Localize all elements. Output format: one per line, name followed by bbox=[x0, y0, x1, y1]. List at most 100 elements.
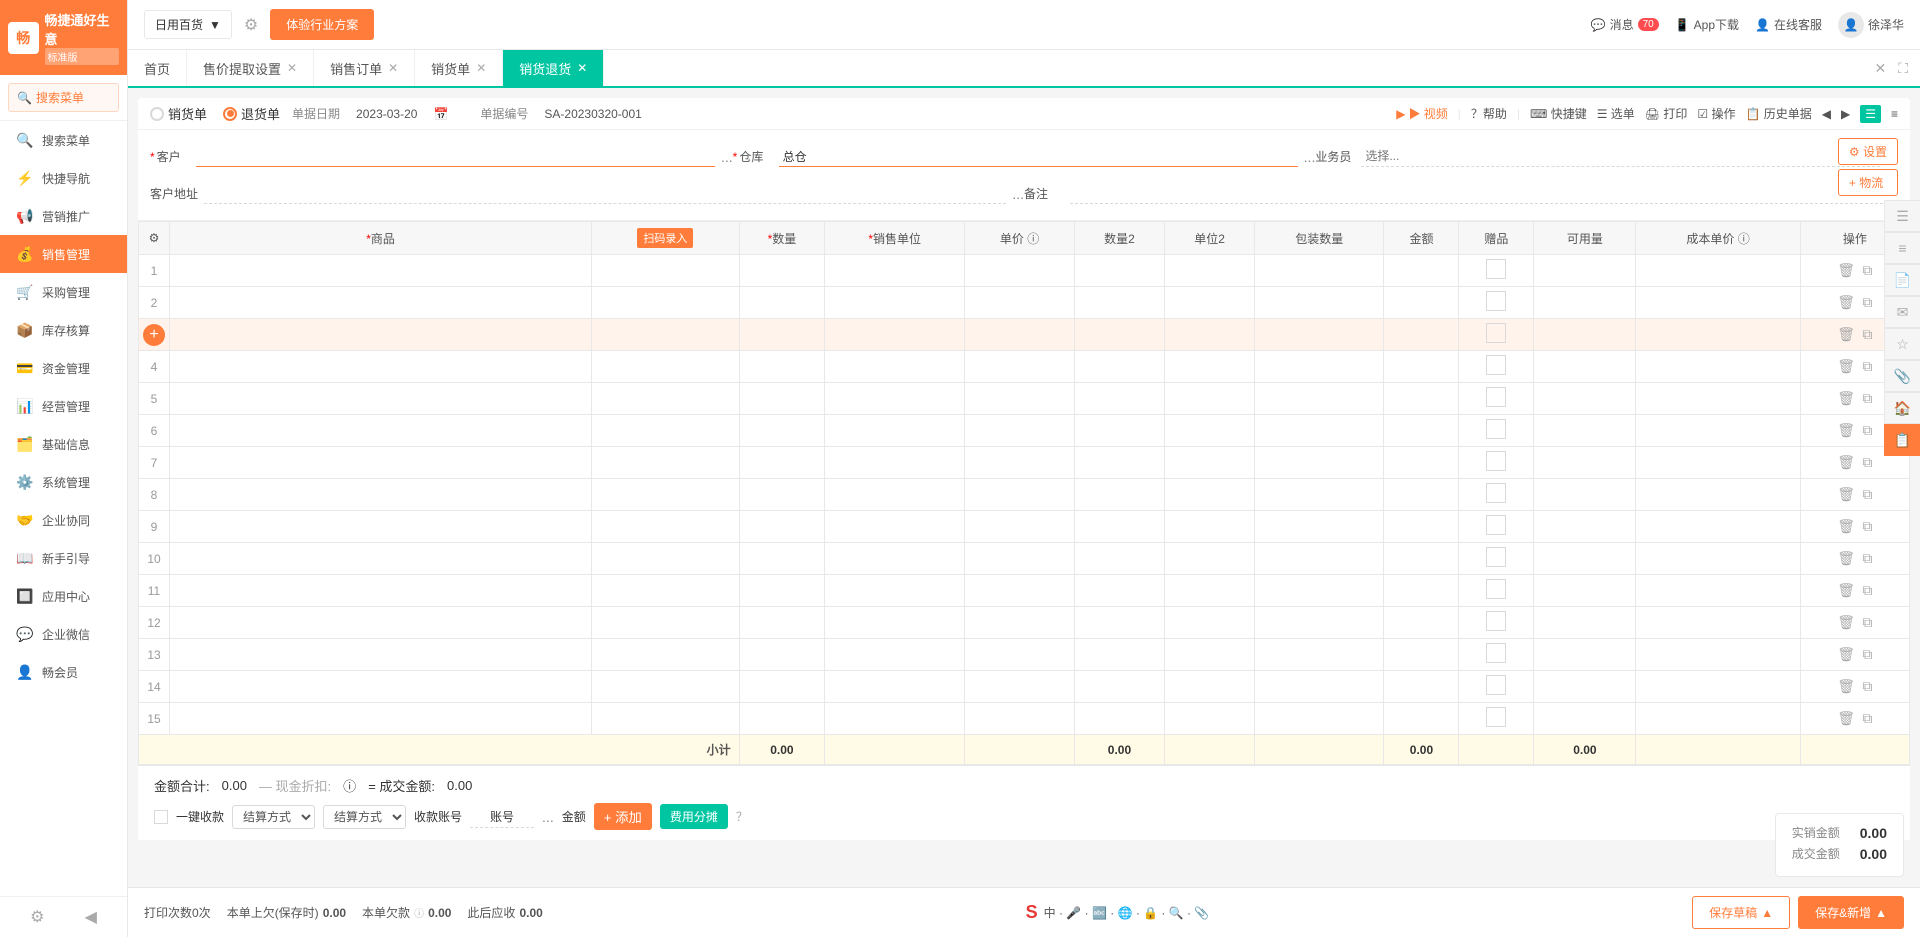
settings-bottom-icon[interactable]: ⚙ bbox=[30, 907, 44, 927]
delete-icon-11[interactable]: 🗑 bbox=[1837, 582, 1855, 598]
sidebar-item-shortcut[interactable]: ⚡ 快捷导航 bbox=[0, 159, 127, 197]
goods-cell-13[interactable] bbox=[170, 639, 592, 671]
delete-icon-14[interactable]: 🗑 bbox=[1837, 678, 1855, 694]
settings-corner-btn[interactable]: ⚙ 设置 bbox=[1838, 138, 1898, 165]
goods-cell-6[interactable] bbox=[170, 415, 592, 447]
collapse-icon[interactable]: ◀ bbox=[85, 907, 97, 927]
goods-cell-14[interactable] bbox=[170, 671, 592, 703]
rqb-mail[interactable]: ✉ bbox=[1884, 296, 1920, 328]
customer-dots[interactable]: ... bbox=[721, 149, 733, 165]
copy-icon-7[interactable]: ⧉ bbox=[1862, 454, 1872, 470]
staff-input[interactable] bbox=[1361, 146, 1880, 167]
copy-icon-4[interactable]: ⧉ bbox=[1862, 358, 1872, 374]
copy-icon-9[interactable]: ⧉ bbox=[1862, 518, 1872, 534]
messages-button[interactable]: 💬 消息 70 bbox=[1591, 16, 1659, 33]
goods-cell-15[interactable] bbox=[170, 703, 592, 735]
video-btn[interactable]: ▶ ▶ 视频 bbox=[1396, 105, 1448, 122]
gift-check-10[interactable] bbox=[1486, 547, 1506, 567]
gift-check-1[interactable] bbox=[1486, 259, 1506, 279]
delete-icon-2[interactable]: 🗑 bbox=[1837, 294, 1855, 310]
grid-view-btn[interactable]: ☰ bbox=[1860, 105, 1881, 123]
gift-check-5[interactable] bbox=[1486, 387, 1506, 407]
fee-help-icon[interactable]: ？ bbox=[736, 808, 748, 825]
gift-check-14[interactable] bbox=[1486, 675, 1506, 695]
header-settings-icon[interactable]: ⚙ bbox=[244, 15, 258, 35]
tab-close-sales-return[interactable]: ✕ bbox=[577, 61, 587, 75]
fee-split-button[interactable]: 费用分摊 bbox=[660, 804, 728, 829]
copy-icon-6[interactable]: ⧉ bbox=[1862, 422, 1872, 438]
discount-help-icon[interactable]: ⓘ bbox=[343, 776, 356, 795]
sidebar-item-wechat[interactable]: 💬 企业微信 bbox=[0, 615, 127, 653]
online-service-button[interactable]: 👤 在线客服 bbox=[1755, 16, 1822, 33]
rqb-home[interactable]: 🏠 bbox=[1884, 392, 1920, 424]
save-new-button[interactable]: 保存&新增 ▲ bbox=[1798, 896, 1904, 929]
rqb-grid[interactable]: ☰ bbox=[1884, 200, 1920, 232]
app-download-button[interactable]: 📱 App下载 bbox=[1675, 16, 1739, 33]
goods-cell-12[interactable] bbox=[170, 607, 592, 639]
delete-icon-15[interactable]: 🗑 bbox=[1837, 710, 1855, 726]
rqb-list[interactable]: ≡ bbox=[1884, 232, 1920, 264]
goods-cell-5[interactable] bbox=[170, 383, 592, 415]
delete-icon-5[interactable]: 🗑 bbox=[1837, 390, 1855, 406]
tab-close-sales-delivery[interactable]: ✕ bbox=[476, 61, 486, 75]
delete-icon-4[interactable]: 🗑 bbox=[1837, 358, 1855, 374]
gift-check-13[interactable] bbox=[1486, 643, 1506, 663]
sidebar-item-member[interactable]: 👤 畅会员 bbox=[0, 653, 127, 691]
col-settings[interactable]: ⚙ bbox=[139, 222, 170, 255]
goods-cell-7[interactable] bbox=[170, 447, 592, 479]
one-click-checkbox[interactable] bbox=[154, 810, 168, 824]
delete-icon-6[interactable]: 🗑 bbox=[1837, 422, 1855, 438]
rqb-clip[interactable]: 📎 bbox=[1884, 360, 1920, 392]
delete-icon-1[interactable]: 🗑 bbox=[1837, 262, 1855, 278]
sidebar-item-system[interactable]: ⚙️ 系统管理 bbox=[0, 463, 127, 501]
shortcut-btn[interactable]: ⌨ 快捷键 bbox=[1530, 105, 1587, 122]
gift-check-2[interactable] bbox=[1486, 291, 1506, 311]
copy-icon-12[interactable]: ⧉ bbox=[1862, 614, 1872, 630]
sidebar-item-purchase[interactable]: 🛒 采购管理 bbox=[0, 273, 127, 311]
goods-cell-10[interactable] bbox=[170, 543, 592, 575]
sidebar-item-operations[interactable]: 📊 经营管理 bbox=[0, 387, 127, 425]
goods-cell-2[interactable] bbox=[170, 287, 592, 319]
remark-input[interactable] bbox=[1070, 183, 1898, 204]
sidebar-item-marketing[interactable]: 📢 营销推广 bbox=[0, 197, 127, 235]
sidebar-item-finance[interactable]: 💳 资金管理 bbox=[0, 349, 127, 387]
goods-cell-4[interactable] bbox=[170, 351, 592, 383]
copy-icon-14[interactable]: ⧉ bbox=[1862, 678, 1872, 694]
sidebar-item-sales[interactable]: 💰 销售管理 bbox=[0, 235, 127, 273]
gift-check-4[interactable] bbox=[1486, 355, 1506, 375]
search-menu-button[interactable]: 🔍 搜索菜单 bbox=[8, 83, 119, 112]
account-method-select[interactable]: 结算方式 bbox=[232, 805, 315, 829]
delete-icon-7[interactable]: 🗑 bbox=[1837, 454, 1855, 470]
list-view-btn[interactable]: ≡ bbox=[1891, 107, 1898, 121]
sidebar-item-inventory[interactable]: 📦 库存核算 bbox=[0, 311, 127, 349]
help-btn[interactable]: ？帮助 bbox=[1471, 105, 1507, 122]
account-input[interactable]: 账号 bbox=[470, 806, 534, 828]
goods-cell-8[interactable] bbox=[170, 479, 592, 511]
experience-button[interactable]: 体验行业方案 bbox=[270, 9, 374, 40]
delete-icon-8[interactable]: 🗑 bbox=[1837, 486, 1855, 502]
gift-check-6[interactable] bbox=[1486, 419, 1506, 439]
gift-check-3[interactable] bbox=[1486, 323, 1506, 343]
delete-icon-9[interactable]: 🗑 bbox=[1837, 518, 1855, 534]
address-dots[interactable]: ... bbox=[1012, 186, 1024, 202]
operate-btn[interactable]: ☑ 操作 bbox=[1697, 105, 1735, 122]
customer-input[interactable] bbox=[196, 146, 715, 167]
industry-selector[interactable]: 日用百货 ▼ bbox=[144, 10, 232, 39]
goods-cell-9[interactable] bbox=[170, 511, 592, 543]
add-row-button[interactable]: + bbox=[143, 324, 165, 346]
gift-check-12[interactable] bbox=[1486, 611, 1506, 631]
calendar-icon[interactable]: 📅 bbox=[433, 107, 448, 121]
sidebar-item-guide[interactable]: 📖 新手引导 bbox=[0, 539, 127, 577]
delete-icon-10[interactable]: 🗑 bbox=[1837, 550, 1855, 566]
tab-sales-return[interactable]: 销货退货✕ bbox=[503, 50, 604, 86]
close-tab-icon[interactable]: ✕ bbox=[1870, 56, 1890, 81]
maximize-icon[interactable]: ⛶ bbox=[1894, 56, 1912, 81]
tab-price-set[interactable]: 售价提取设置✕ bbox=[187, 50, 314, 86]
sidebar-item-apps[interactable]: 🔲 应用中心 bbox=[0, 577, 127, 615]
history-btn[interactable]: 📋 历史单据 bbox=[1745, 105, 1811, 122]
copy-icon-10[interactable]: ⧉ bbox=[1862, 550, 1872, 566]
copy-icon-1[interactable]: ⧉ bbox=[1862, 262, 1872, 278]
print-btn[interactable]: 🖨 打印 bbox=[1645, 105, 1688, 122]
goods-cell-11[interactable] bbox=[170, 575, 592, 607]
copy-icon-3[interactable]: ⧉ bbox=[1862, 326, 1872, 342]
